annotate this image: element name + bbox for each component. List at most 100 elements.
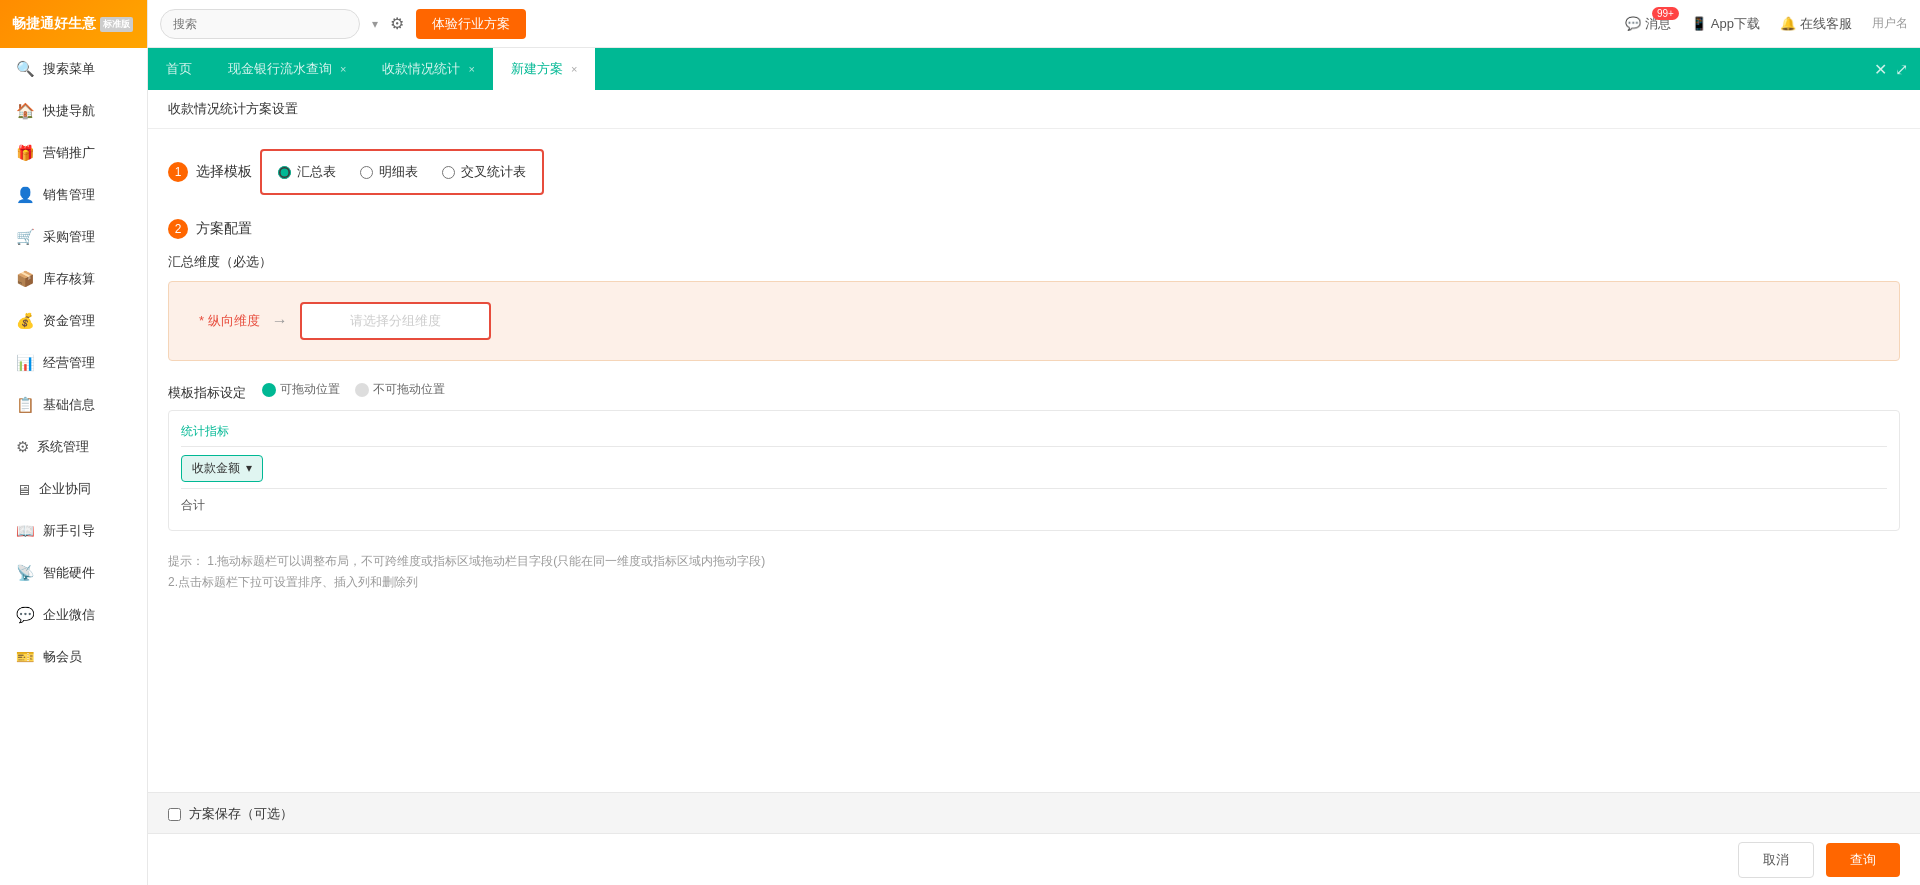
action-bar: 取消 查询 [148, 833, 1920, 885]
option-cross[interactable]: 交叉统计表 [442, 163, 526, 181]
option-summary-label: 汇总表 [297, 163, 336, 181]
sidebar: 畅捷通好生意 标准版 🔍 搜索菜单 🏠 快捷导航 🎁 营销推广 👤 销售管理 🛒… [0, 0, 148, 885]
sidebar-label-operations: 经营管理 [43, 354, 95, 372]
gift-icon: 🎁 [16, 144, 35, 162]
radio-summary[interactable] [278, 166, 291, 179]
metrics-header: 模板指标设定 可拖动位置 不可拖动位置 [168, 381, 1900, 402]
metrics-title: 模板指标设定 [168, 385, 246, 400]
metrics-sub-label: 合计 [181, 497, 205, 514]
monitor-icon: 🖥 [16, 481, 31, 498]
sidebar-item-search[interactable]: 🔍 搜索菜单 [0, 48, 147, 90]
query-button[interactable]: 查询 [1826, 843, 1900, 877]
money-icon: 💰 [16, 312, 35, 330]
message-icon: 💬 [1625, 16, 1641, 31]
sidebar-item-wechat[interactable]: 💬 企业微信 [0, 594, 147, 636]
app-download-button[interactable]: 📱 App下载 [1691, 15, 1760, 33]
metrics-config-area: 统计指标 收款金额 ▾ 合计 [168, 410, 1900, 531]
hint-item-1: 提示： 1.拖动标题栏可以调整布局，不可跨维度或指标区域拖动栏目字段(只能在同一… [168, 551, 1900, 573]
save-checkbox[interactable] [168, 808, 181, 821]
movable-badge: 可拖动位置 [262, 381, 340, 398]
sidebar-label-inventory: 库存核算 [43, 270, 95, 288]
sidebar-label-finance: 资金管理 [43, 312, 95, 330]
config-body: 1 选择模板 汇总表 明细表 交叉统计表 [148, 129, 1920, 792]
tab-new-plan[interactable]: 新建方案 × [493, 48, 595, 90]
hint-text: 提示： 1.拖动标题栏可以调整布局，不可跨维度或指标区域拖动栏目字段(只能在同一… [168, 551, 1900, 594]
app-logo: 畅捷通好生意 标准版 [0, 0, 147, 48]
tab-home[interactable]: 首页 [148, 48, 210, 90]
sidebar-item-quick-nav[interactable]: 🏠 快捷导航 [0, 90, 147, 132]
movable-dot-teal [262, 383, 276, 397]
sidebar-item-hardware[interactable]: 📡 智能硬件 [0, 552, 147, 594]
tag-dropdown-icon[interactable]: ▾ [246, 461, 252, 475]
sidebar-item-finance[interactable]: 💰 资金管理 [0, 300, 147, 342]
option-cross-label: 交叉统计表 [461, 163, 526, 181]
metrics-section: 模板指标设定 可拖动位置 不可拖动位置 [168, 381, 1900, 531]
dimension-section-label: 汇总维度（必选） [168, 253, 1900, 271]
tab-payment-stats-label: 收款情况统计 [382, 60, 460, 78]
step1-title: 选择模板 [196, 163, 252, 181]
metrics-group-label: 统计指标 [181, 423, 1887, 447]
option-summary[interactable]: 汇总表 [278, 163, 336, 181]
main-area: ▾ ⚙ 体验行业方案 💬 消息 99+ 📱 App下载 🔔 在线客服 用户名 首… [148, 0, 1920, 885]
sidebar-item-member[interactable]: 🎫 畅会员 [0, 636, 147, 678]
topbar: ▾ ⚙ 体验行业方案 💬 消息 99+ 📱 App下载 🔔 在线客服 用户名 [148, 0, 1920, 48]
save-row: 方案保存（可选） [148, 792, 1920, 833]
tab-payment-stats[interactable]: 收款情况统计 × [364, 48, 492, 90]
movable-dot-gray [355, 383, 369, 397]
expand-window-icon[interactable]: ⤢ [1895, 60, 1908, 79]
step2-num: 2 [168, 219, 188, 239]
step1-header: 1 选择模板 汇总表 明细表 交叉统计表 [168, 149, 1900, 195]
tab-payment-stats-close[interactable]: × [468, 63, 474, 75]
step2-title: 方案配置 [196, 220, 252, 238]
sidebar-item-basic-info[interactable]: 📋 基础信息 [0, 384, 147, 426]
notifications-button[interactable]: 💬 消息 99+ [1625, 15, 1671, 33]
sidebar-item-sales[interactable]: 👤 销售管理 [0, 174, 147, 216]
unmovable-label: 不可拖动位置 [373, 381, 445, 398]
hardware-icon: 📡 [16, 564, 35, 582]
search-input[interactable] [160, 9, 360, 39]
sidebar-item-inventory[interactable]: 📦 库存核算 [0, 258, 147, 300]
cart-icon: 🛒 [16, 228, 35, 246]
sidebar-label-search: 搜索菜单 [43, 60, 95, 78]
online-service-button[interactable]: 🔔 在线客服 [1780, 15, 1852, 33]
sidebar-item-guide[interactable]: 📖 新手引导 [0, 510, 147, 552]
sidebar-item-enterprise[interactable]: 🖥 企业协同 [0, 468, 147, 510]
dimension-select-button[interactable]: 请选择分组维度 [300, 302, 491, 340]
sidebar-item-marketing[interactable]: 🎁 营销推广 [0, 132, 147, 174]
user-icon: 👤 [16, 186, 35, 204]
topbar-right: 💬 消息 99+ 📱 App下载 🔔 在线客服 用户名 [1625, 15, 1908, 33]
tab-actions: ✕ ⤢ [1874, 60, 1920, 79]
close-window-icon[interactable]: ✕ [1874, 60, 1887, 79]
dimension-area: 纵向维度 → 请选择分组维度 [168, 281, 1900, 361]
sidebar-item-operations[interactable]: 📊 经营管理 [0, 342, 147, 384]
search-icon: 🔍 [16, 60, 35, 78]
settings-icon[interactable]: ⚙ [390, 14, 404, 33]
radio-detail[interactable] [360, 166, 373, 179]
save-label: 方案保存（可选） [189, 805, 293, 823]
step2-section: 2 方案配置 汇总维度（必选） 纵向维度 → 请选择分组维度 [168, 219, 1900, 594]
option-detail[interactable]: 明细表 [360, 163, 418, 181]
sidebar-label-system: 系统管理 [37, 438, 89, 456]
breadcrumb: 收款情况统计方案设置 [168, 101, 298, 116]
sidebar-item-purchase[interactable]: 🛒 采购管理 [0, 216, 147, 258]
cancel-button[interactable]: 取消 [1738, 842, 1814, 878]
tab-bank-flow-close[interactable]: × [340, 63, 346, 75]
sidebar-label-quick-nav: 快捷导航 [43, 102, 95, 120]
app-download-icon: 📱 [1691, 16, 1707, 31]
home-icon: 🏠 [16, 102, 35, 120]
tab-new-plan-close[interactable]: × [571, 63, 577, 75]
app-name: 畅捷通好生意 [12, 15, 96, 33]
metrics-tag[interactable]: 收款金额 ▾ [181, 455, 263, 482]
movable-label: 可拖动位置 [280, 381, 340, 398]
sidebar-item-system[interactable]: ⚙ 系统管理 [0, 426, 147, 468]
tab-bank-flow[interactable]: 现金银行流水查询 × [210, 48, 364, 90]
service-icon: 🔔 [1780, 16, 1796, 31]
gear-icon: ⚙ [16, 438, 29, 456]
sidebar-label-hardware: 智能硬件 [43, 564, 95, 582]
sidebar-label-enterprise: 企业协同 [39, 480, 91, 498]
industry-plan-button[interactable]: 体验行业方案 [416, 9, 526, 39]
radio-cross[interactable] [442, 166, 455, 179]
dropdown-arrow-icon[interactable]: ▾ [372, 17, 378, 31]
arrow-right-icon: → [272, 312, 288, 330]
dimension-title: 汇总维度（必选） [168, 254, 272, 269]
